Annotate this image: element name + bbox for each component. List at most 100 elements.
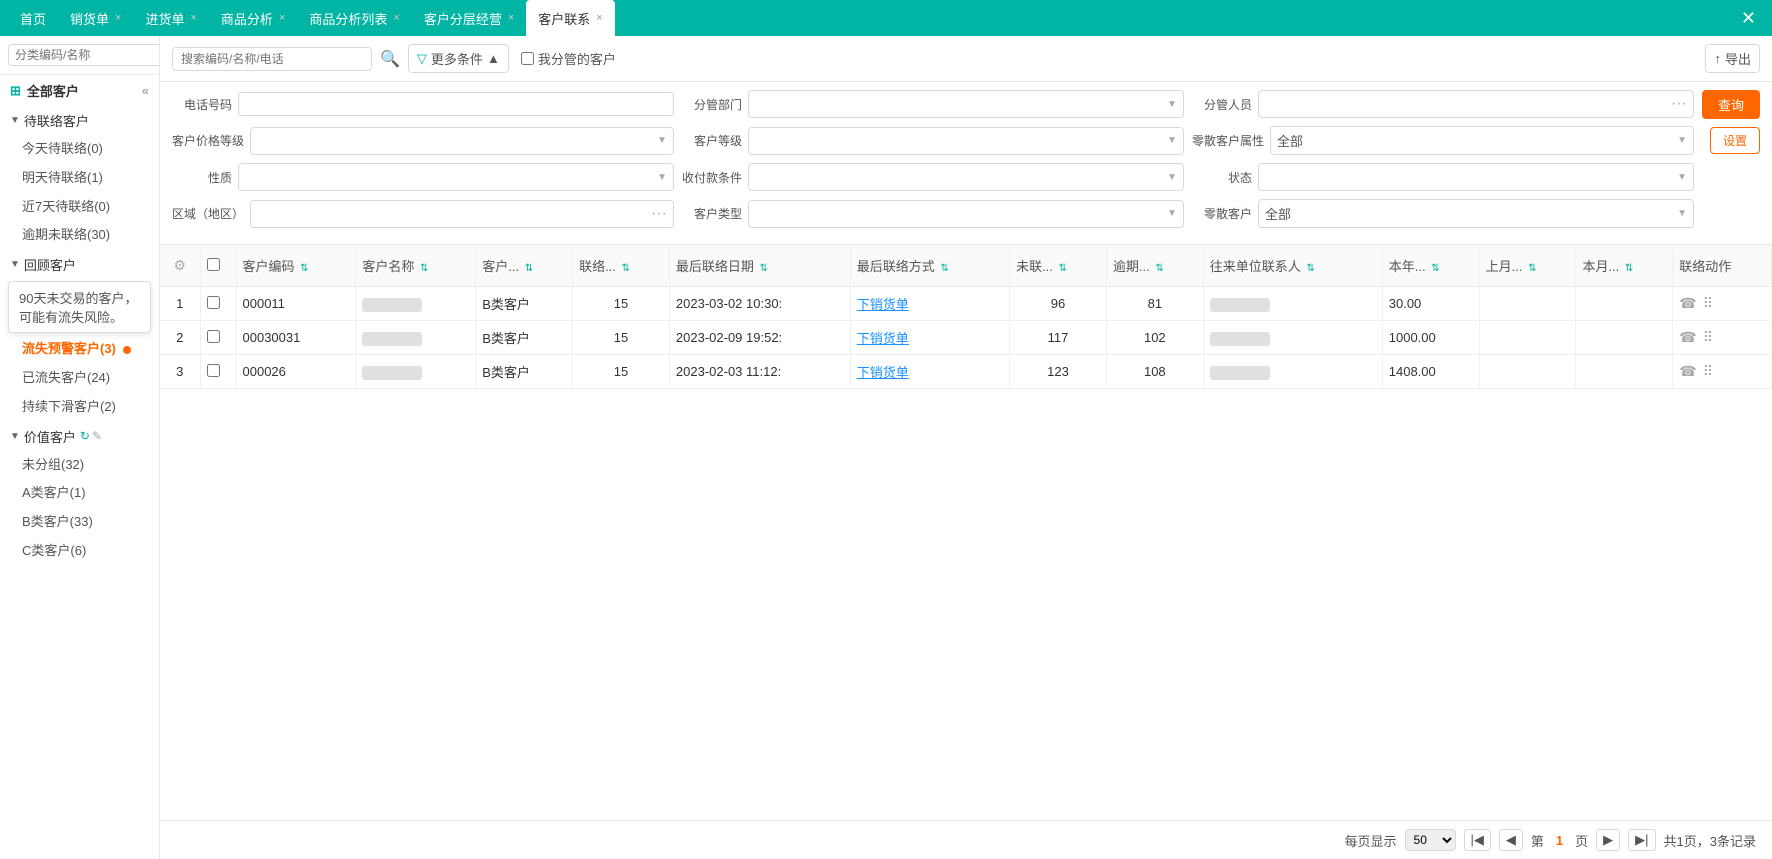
contact-action-1[interactable]: ☎ xyxy=(1679,295,1696,312)
last-page-button[interactable]: ▶| xyxy=(1628,829,1655,851)
cell-date-2: 2023-02-09 19:52: xyxy=(669,321,850,355)
col-contact-count-th[interactable]: 联络... ⇅ xyxy=(573,245,670,287)
status-select[interactable]: ▼ xyxy=(1258,163,1694,191)
manager-dots[interactable]: ··· xyxy=(1671,95,1687,113)
sidebar-item-class-c[interactable]: C类客户(6) xyxy=(0,537,159,566)
phone-input[interactable] xyxy=(238,92,674,116)
sidebar-search-input[interactable] xyxy=(8,44,160,66)
dept-label: 分管部门 xyxy=(682,96,742,113)
column-settings-icon[interactable]: ⚙ xyxy=(173,257,186,274)
close-tab-purchase[interactable]: × xyxy=(190,12,196,24)
col-last-method-th[interactable]: 最后联络方式 ⇅ xyxy=(850,245,1009,287)
close-all-tabs[interactable]: ✕ xyxy=(1733,8,1764,29)
col-not-contacted-th[interactable]: 未联... ⇅ xyxy=(1010,245,1107,287)
close-tab-customer-tier[interactable]: × xyxy=(508,12,514,24)
col-code-th[interactable]: 客户编码 ⇅ xyxy=(236,245,356,287)
nature-select[interactable]: ▼ xyxy=(238,163,674,191)
payment-select[interactable]: ▼ xyxy=(748,163,1184,191)
tab-purchase-order[interactable]: 进货单 × xyxy=(133,0,208,36)
close-tab-sales-order[interactable]: × xyxy=(115,12,121,24)
sidebar-item-declining[interactable]: 持续下滑客户(2) xyxy=(0,393,159,422)
sidebar-item-class-b[interactable]: B类客户(33) xyxy=(0,508,159,537)
prev-page-button[interactable]: ◀ xyxy=(1499,829,1523,851)
select-all-checkbox[interactable] xyxy=(207,258,220,271)
tab-sales-order[interactable]: 销货单 × xyxy=(58,0,133,36)
filter-more-button[interactable]: ▽ 更多条件 ▲ xyxy=(408,44,509,73)
action-icons-3: ☎ ⠿ xyxy=(1679,363,1765,380)
col-name-th[interactable]: 客户名称 ⇅ xyxy=(356,245,476,287)
my-customers-checkbox[interactable] xyxy=(521,52,534,65)
col-last-month-th[interactable]: 上月... ⇅ xyxy=(1479,245,1576,287)
more-action-2[interactable]: ⠿ xyxy=(1703,329,1713,346)
sidebar-group-value[interactable]: ▼ 价值客户 ↻ ✎ xyxy=(0,422,159,451)
close-tab-product-analysis[interactable]: × xyxy=(279,12,285,24)
tab-home[interactable]: 首页 xyxy=(8,0,58,36)
col-level-th[interactable]: 客户... ⇅ xyxy=(476,245,573,287)
customer-type-select[interactable]: ▼ xyxy=(748,200,1184,228)
collapse-sidebar-icon[interactable]: « xyxy=(142,83,149,98)
filter-payment: 收付款条件 ▼ xyxy=(682,163,1184,191)
zero-purchase-select[interactable]: 全部 ▼ xyxy=(1270,126,1694,155)
close-tab-customer-contact[interactable]: × xyxy=(596,12,602,24)
sidebar-item-tomorrow[interactable]: 明天待联络(1) xyxy=(0,164,159,193)
cell-level-3: B类客户 xyxy=(476,355,573,389)
dept-select[interactable]: ▼ xyxy=(748,90,1184,118)
contact-action-3[interactable]: ☎ xyxy=(1679,363,1696,380)
next-page-button[interactable]: ▶ xyxy=(1596,829,1620,851)
cell-code-3: 000026 xyxy=(236,355,356,389)
sidebar-item-churn-warning[interactable]: 流失预警客户(3) xyxy=(0,335,159,364)
col-contact-person-th[interactable]: 往来单位联系人 ⇅ xyxy=(1203,245,1382,287)
filter-search-button[interactable]: 🔍 xyxy=(380,49,400,69)
col-this-month-th[interactable]: 本月... ⇅ xyxy=(1576,245,1673,287)
sort-date-icon: ⇅ xyxy=(760,263,768,274)
sidebar-group-pending[interactable]: ▼ 待联络客户 xyxy=(0,106,159,135)
col-last-date-th[interactable]: 最后联络日期 ⇅ xyxy=(669,245,850,287)
row-checkbox-3[interactable] xyxy=(207,364,220,377)
price-level-select[interactable]: ▼ xyxy=(250,127,674,155)
row-checkbox-2[interactable] xyxy=(207,330,220,343)
method-link-2[interactable]: 下销货单 xyxy=(857,331,909,346)
tab-product-analysis[interactable]: 商品分析 × xyxy=(209,0,297,36)
sidebar-item-ungroup[interactable]: 未分组(32) xyxy=(0,451,159,480)
page-size-select[interactable]: 50 20 100 xyxy=(1405,829,1456,851)
tab-customer-tier[interactable]: 客户分层经营 × xyxy=(412,0,526,36)
sidebar-item-overdue[interactable]: 逾期未联络(30) xyxy=(0,221,159,250)
col-overdue-th[interactable]: 逾期... ⇅ xyxy=(1106,245,1203,287)
cell-index-3: 3 xyxy=(160,355,200,389)
method-link-1[interactable]: 下销货单 xyxy=(857,297,909,312)
refresh-value-icon[interactable]: ↻ xyxy=(80,429,90,443)
sidebar-all-customers[interactable]: ⊞ 全部客户 « xyxy=(0,75,159,106)
sidebar-item-class-a[interactable]: A类客户(1) xyxy=(0,479,159,508)
settings-button[interactable]: 设置 xyxy=(1710,127,1760,154)
cell-this-month-2 xyxy=(1576,321,1673,355)
sidebar-item-churned[interactable]: 已流失客户(24) xyxy=(0,364,159,393)
first-page-button[interactable]: |◀ xyxy=(1464,829,1491,851)
sidebar-item-7days[interactable]: 近7天待联络(0) xyxy=(0,193,159,222)
col-this-year-th[interactable]: 本年... ⇅ xyxy=(1382,245,1479,287)
customer-level-label: 客户等级 xyxy=(682,132,742,149)
edit-value-icon[interactable]: ✎ xyxy=(92,429,102,443)
contact-action-2[interactable]: ☎ xyxy=(1679,329,1696,346)
query-button[interactable]: 查询 xyxy=(1702,90,1760,119)
cell-date-3: 2023-02-03 11:12: xyxy=(669,355,850,389)
customer-level-select[interactable]: ▼ xyxy=(748,127,1184,155)
sort-overdue-icon: ⇅ xyxy=(1155,263,1163,274)
close-tab-product-list[interactable]: × xyxy=(393,12,399,24)
tab-product-analysis-list[interactable]: 商品分析列表 × xyxy=(297,0,411,36)
sidebar-group-review[interactable]: ▼ 回顾客户 xyxy=(0,250,159,279)
more-action-1[interactable]: ⠿ xyxy=(1703,295,1713,312)
export-button[interactable]: ↑ 导出 xyxy=(1705,44,1760,73)
zero-customer-select[interactable]: 全部 ▼ xyxy=(1258,199,1694,228)
manager-select[interactable]: ··· xyxy=(1258,90,1694,118)
current-page-number: 1 xyxy=(1552,833,1567,848)
method-link-3[interactable]: 下销货单 xyxy=(857,365,909,380)
more-action-3[interactable]: ⠿ xyxy=(1703,363,1713,380)
tab-customer-contact[interactable]: 客户联系 × xyxy=(526,0,614,36)
blurred-person-3 xyxy=(1210,366,1270,380)
cell-method-2: 下销货单 xyxy=(850,321,1009,355)
row-checkbox-1[interactable] xyxy=(207,296,220,309)
sidebar-item-today[interactable]: 今天待联络(0) xyxy=(0,135,159,164)
region-input-box[interactable]: ··· xyxy=(250,200,674,228)
filter-search-input[interactable] xyxy=(172,47,372,71)
manager-label: 分管人员 xyxy=(1192,96,1252,113)
